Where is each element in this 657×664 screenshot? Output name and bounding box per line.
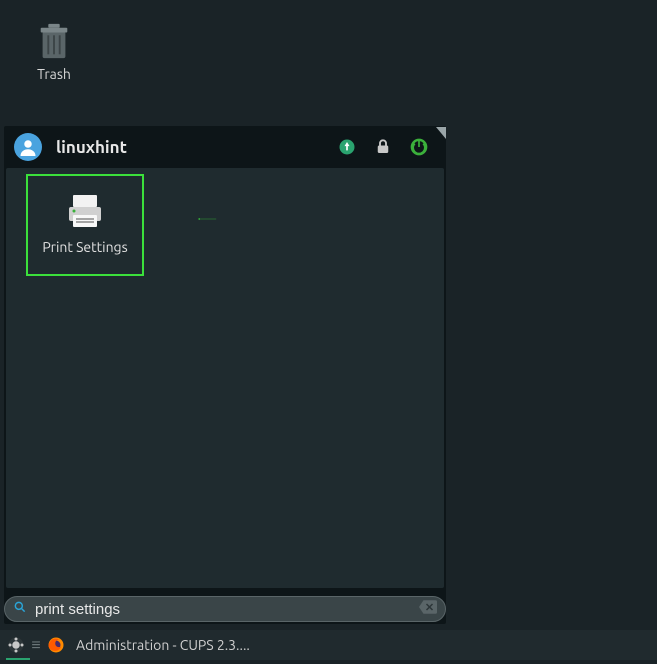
updates-icon[interactable] bbox=[336, 136, 358, 158]
taskbar: ≡ Administration - CUPS 2.3.... bbox=[0, 630, 657, 660]
search-input[interactable] bbox=[35, 601, 411, 618]
search-results-area: Print Settings bbox=[6, 168, 444, 588]
printer-icon bbox=[65, 195, 105, 229]
trash-icon bbox=[36, 22, 72, 60]
desktop-trash[interactable]: Trash bbox=[36, 22, 72, 82]
header-action-icons bbox=[336, 136, 430, 158]
firefox-icon[interactable] bbox=[46, 635, 66, 655]
avatar[interactable] bbox=[14, 133, 42, 161]
taskbar-separator-icon: ≡ bbox=[32, 635, 40, 655]
application-menu: linuxhint bbox=[4, 126, 446, 624]
menu-notch bbox=[436, 127, 446, 139]
menu-launcher-icon[interactable] bbox=[6, 635, 26, 655]
clear-icon[interactable] bbox=[419, 600, 437, 618]
lock-icon[interactable] bbox=[372, 136, 394, 158]
result-label: Print Settings bbox=[42, 239, 127, 255]
desktop-trash-label: Trash bbox=[37, 66, 71, 82]
search-bar[interactable] bbox=[4, 596, 446, 622]
username-label: linuxhint bbox=[56, 138, 336, 157]
search-icon bbox=[13, 600, 27, 618]
logout-icon[interactable] bbox=[408, 136, 430, 158]
taskbar-active-indicator bbox=[6, 658, 30, 660]
menu-header: linuxhint bbox=[4, 126, 446, 168]
taskbar-window-title[interactable]: Administration - CUPS 2.3.... bbox=[76, 637, 250, 653]
result-print-settings[interactable]: Print Settings bbox=[26, 174, 144, 276]
annotation-arrow bbox=[152, 218, 262, 220]
